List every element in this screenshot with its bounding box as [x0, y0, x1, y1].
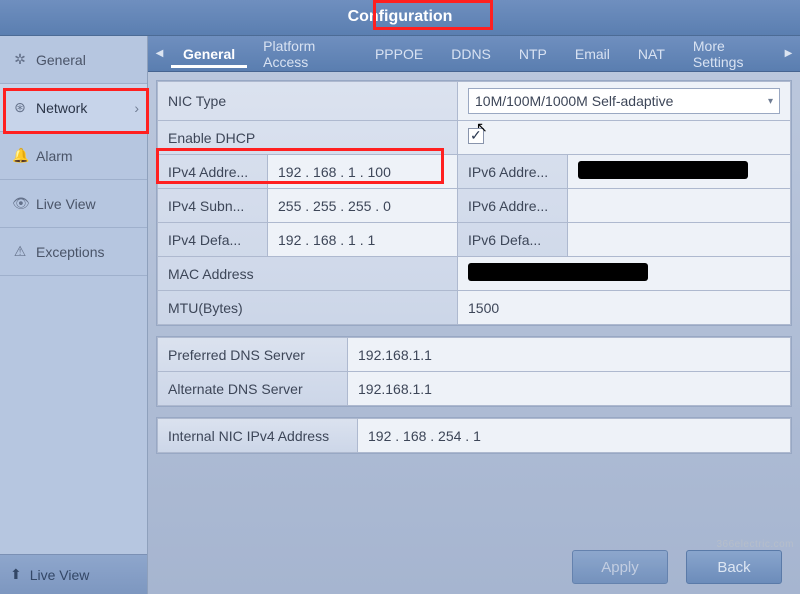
preferred-dns-value[interactable]: 192.168.1.1: [348, 338, 791, 372]
tabstrip: ◀ General Platform Access PPPOE DDNS NTP…: [148, 36, 800, 72]
back-button[interactable]: Back: [686, 550, 782, 584]
tab-email[interactable]: Email: [563, 40, 622, 68]
ipv6-address-label: IPv6 Addre...: [458, 155, 568, 189]
redacted-bar: [578, 161, 748, 179]
eye-icon: 👁: [12, 195, 28, 212]
internal-nic-value[interactable]: 192 . 168 . 254 . 1: [358, 419, 791, 453]
ipv6-address2-label: IPv6 Addre...: [458, 189, 568, 223]
warn-icon: ⚠: [12, 243, 28, 260]
mtu-label: MTU(Bytes): [158, 291, 458, 325]
sidebar-item-label: Exceptions: [36, 244, 104, 260]
ipv4-subnet-label: IPv4 Subn...: [158, 189, 268, 223]
mac-address-value: [458, 257, 791, 291]
sidebar-item-label: Live View: [36, 196, 96, 212]
alternate-dns-label: Alternate DNS Server: [158, 372, 348, 406]
ipv6-address2-value[interactable]: [568, 189, 791, 223]
enable-dhcp-label: Enable DHCP: [158, 121, 458, 155]
preferred-dns-label: Preferred DNS Server: [158, 338, 348, 372]
tab-ntp[interactable]: NTP: [507, 40, 559, 68]
sidebar-item-label: Network: [36, 100, 87, 116]
sidebar-bottom-liveview[interactable]: ⬆ Live View: [0, 554, 147, 594]
sidebar-item-exceptions[interactable]: ⚠ Exceptions: [0, 228, 147, 276]
mac-address-label: MAC Address: [158, 257, 458, 291]
ipv6-default-value[interactable]: [568, 223, 791, 257]
page-title: Configuration: [338, 6, 463, 28]
tab-nat[interactable]: NAT: [626, 40, 677, 68]
sidebar: ✲ General ⊛ Network › 🔔 Alarm 👁 Live Vie…: [0, 36, 148, 594]
ipv6-address-value[interactable]: [568, 155, 791, 189]
tab-platform-access[interactable]: Platform Access: [251, 32, 359, 76]
sidebar-bottom-label: Live View: [30, 567, 90, 583]
nic-type-label: NIC Type: [158, 82, 458, 121]
nic-type-select[interactable]: 10M/100M/1000M Self-adaptive: [468, 88, 780, 114]
tab-ddns[interactable]: DDNS: [439, 40, 503, 68]
panel-internal-nic: Internal NIC IPv4 Address 192 . 168 . 25…: [156, 417, 792, 454]
cursor-icon: ↖: [476, 119, 488, 136]
ipv6-default-label: IPv6 Defa...: [458, 223, 568, 257]
alternate-dns-value[interactable]: 192.168.1.1: [348, 372, 791, 406]
sidebar-item-liveview[interactable]: 👁 Live View: [0, 180, 147, 228]
chevron-right-icon: ›: [134, 100, 139, 116]
watermark: 366electric.com: [716, 539, 794, 550]
tab-more-settings[interactable]: More Settings: [681, 32, 777, 76]
ipv4-address-value[interactable]: 192 . 168 . 1 . 100: [268, 155, 458, 189]
redacted-bar: [468, 263, 648, 281]
globe-icon: ⊛: [12, 99, 28, 116]
arrow-up-icon: ⬆: [10, 566, 22, 583]
sidebar-item-alarm[interactable]: 🔔 Alarm: [0, 132, 147, 180]
apply-button[interactable]: Apply: [572, 550, 668, 584]
nic-type-value: 10M/100M/1000M Self-adaptive: [475, 93, 673, 109]
tab-general[interactable]: General: [171, 40, 247, 68]
tabs-scroll-left[interactable]: ◀: [152, 36, 167, 72]
ipv4-subnet-value[interactable]: 255 . 255 . 255 . 0: [268, 189, 458, 223]
sidebar-item-label: General: [36, 52, 86, 68]
content: ◀ General Platform Access PPPOE DDNS NTP…: [148, 36, 800, 594]
ipv4-default-value[interactable]: 192 . 168 . 1 . 1: [268, 223, 458, 257]
gear-icon: ✲: [12, 51, 28, 68]
sidebar-item-label: Alarm: [36, 148, 73, 164]
panel-dns: Preferred DNS Server 192.168.1.1 Alterna…: [156, 336, 792, 407]
mtu-value[interactable]: 1500: [458, 291, 791, 325]
ipv4-default-label: IPv4 Defa...: [158, 223, 268, 257]
tabs-scroll-right[interactable]: ▶: [781, 36, 796, 72]
tab-pppoe[interactable]: PPPOE: [363, 40, 435, 68]
sidebar-item-general[interactable]: ✲ General: [0, 36, 147, 84]
panel-network-basic: NIC Type 10M/100M/1000M Self-adaptive En…: [156, 80, 792, 326]
sidebar-item-network[interactable]: ⊛ Network ›: [0, 84, 147, 132]
bell-icon: 🔔: [12, 147, 28, 164]
internal-nic-label: Internal NIC IPv4 Address: [158, 419, 358, 453]
ipv4-address-label: IPv4 Addre...: [158, 155, 268, 189]
